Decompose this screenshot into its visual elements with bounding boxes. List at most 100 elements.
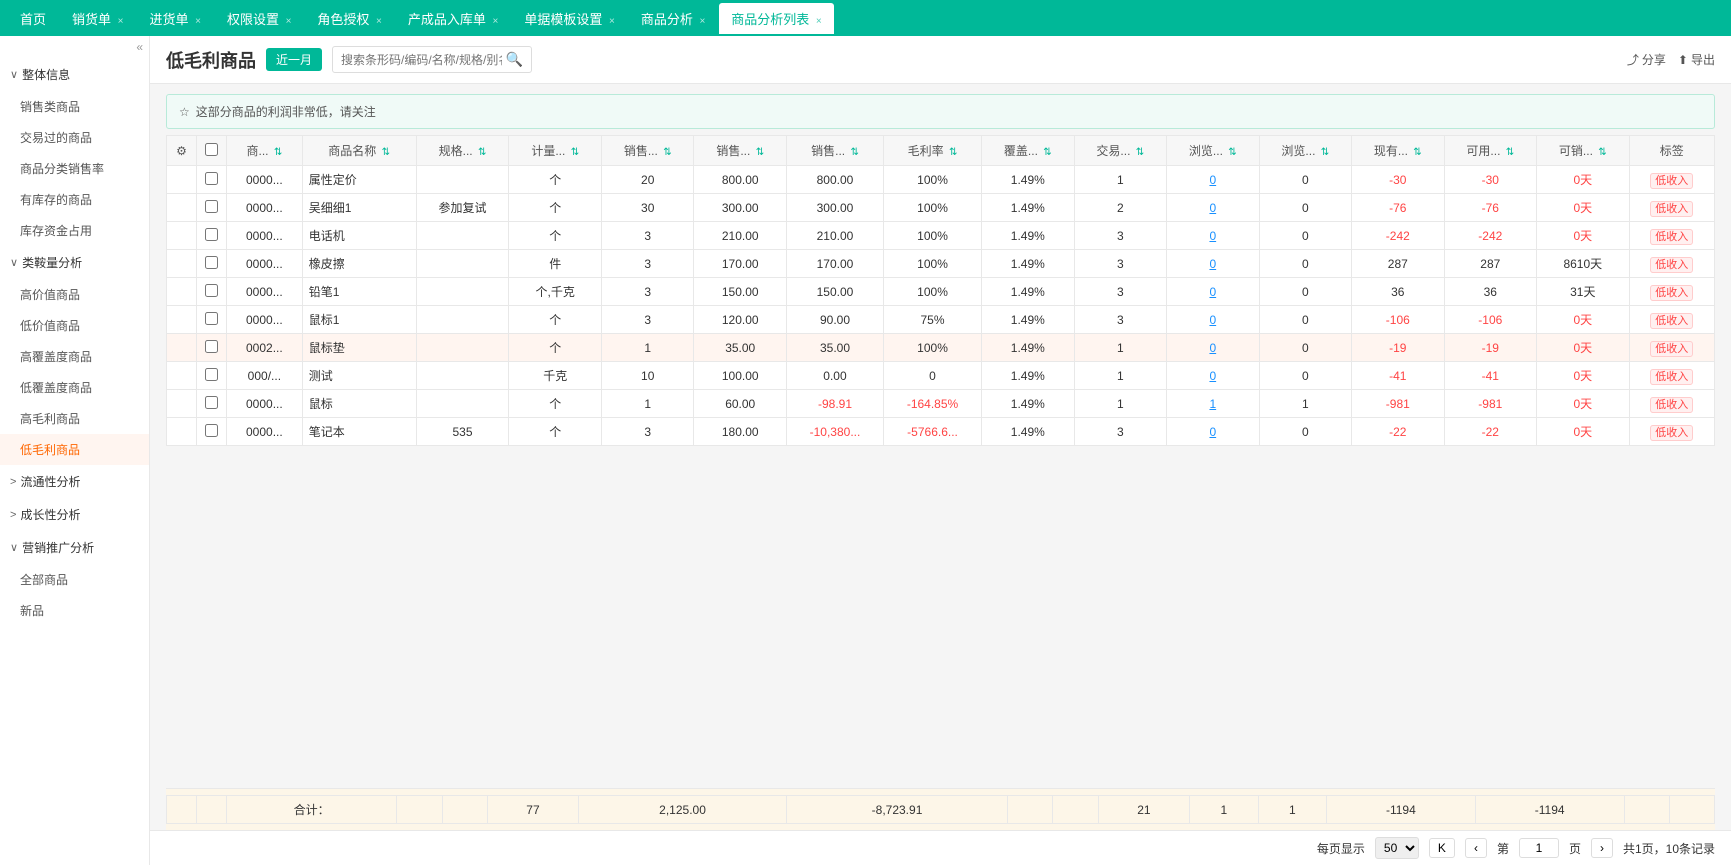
row-views1[interactable]: 1 [1167,390,1260,418]
row-checkbox[interactable] [197,194,227,222]
sidebar-group-marketing[interactable]: ∨ 营销推广分析 [0,531,149,564]
sidebar-item-stocked-goods[interactable]: 有库存的商品 [0,184,149,215]
page-number-input[interactable] [1519,838,1559,858]
row-checkbox[interactable] [197,278,227,306]
col-name[interactable]: 商品名称 ⇅ [302,136,416,166]
nav-close-role[interactable]: × [376,16,382,27]
nav-product-storage[interactable]: 产成品入库单 × [396,3,510,34]
row-views1[interactable]: 0 [1167,250,1260,278]
sidebar-item-category-sales-rate[interactable]: 商品分类销售率 [0,153,149,184]
next-page-button[interactable]: › [1591,838,1613,858]
row-views1[interactable]: 0 [1167,418,1260,446]
row-select[interactable] [205,396,218,409]
col-trans-count[interactable]: 交易... ⇅ [1074,136,1167,166]
row-select[interactable] [205,200,218,213]
col-margin-rate[interactable]: 毛利率 ⇅ [884,136,982,166]
col-code[interactable]: 商... ⇅ [227,136,303,166]
row-checkbox[interactable] [197,222,227,250]
nav-product-analysis-list[interactable]: 商品分析列表 × [719,3,833,34]
export-button[interactable]: ⬆ 导出 [1678,51,1715,68]
col-views1[interactable]: 浏览... ⇅ [1167,136,1260,166]
sidebar-item-sales-goods[interactable]: 销售类商品 [0,91,149,122]
row-select[interactable] [205,368,218,381]
row-views1[interactable]: 0 [1167,222,1260,250]
row-views1[interactable]: 0 [1167,306,1260,334]
search-input[interactable] [341,53,502,67]
row-saleable-days: 0天 [1537,194,1630,222]
row-select[interactable] [205,312,218,325]
row-checkbox[interactable] [197,166,227,194]
row-checkbox[interactable] [197,418,227,446]
sidebar-item-low-value[interactable]: 低价值商品 [0,310,149,341]
col-sales-qty[interactable]: 销售... ⇅ [601,136,694,166]
row-trans-count: 1 [1074,334,1167,362]
nav-close-analysis[interactable]: × [699,16,705,27]
row-checkbox[interactable] [197,362,227,390]
sidebar-item-high-margin[interactable]: 高毛利商品 [0,403,149,434]
col-sales-profit[interactable]: 销售... ⇅ [786,136,883,166]
row-views1[interactable]: 0 [1167,166,1260,194]
col-unit[interactable]: 计量... ⇅ [509,136,602,166]
prev-page-button[interactable]: ‹ [1465,838,1487,858]
row-select[interactable] [205,256,218,269]
nav-close-sales[interactable]: × [118,16,124,27]
sidebar-collapse-button[interactable]: « [0,36,149,58]
row-select[interactable] [205,284,218,297]
search-icon[interactable]: 🔍 [506,51,523,68]
col-select-all[interactable] [197,136,227,166]
row-select[interactable] [205,340,218,353]
share-button[interactable]: ⤴ 分享 [1627,51,1666,68]
sidebar-item-traded-goods[interactable]: 交易过的商品 [0,122,149,153]
sidebar-item-high-coverage[interactable]: 高覆盖度商品 [0,341,149,372]
col-settings[interactable]: ⚙ [167,136,197,166]
nav-template-settings[interactable]: 单据模板设置 × [512,3,626,34]
sidebar-item-low-margin[interactable]: 低毛利商品 [0,434,149,465]
col-saleable-days[interactable]: 可销... ⇅ [1537,136,1630,166]
sidebar-item-low-coverage[interactable]: 低覆盖度商品 [0,372,149,403]
row-views1[interactable]: 0 [1167,194,1260,222]
nav-role-auth[interactable]: 角色授权 × [305,3,393,34]
row-checkbox[interactable] [197,390,227,418]
sidebar-item-all-goods[interactable]: 全部商品 [0,564,149,595]
sidebar-item-new-goods[interactable]: 新品 [0,595,149,626]
col-spec[interactable]: 规格... ⇅ [416,136,509,166]
row-select[interactable] [205,424,218,437]
nav-close-purchase[interactable]: × [195,16,201,27]
period-button[interactable]: 近一月 [266,48,322,71]
select-all-checkbox[interactable] [205,143,218,156]
sidebar-group-liquidity[interactable]: > 流通性分析 [0,465,149,498]
col-tag: 标签 [1629,136,1714,166]
row-views1[interactable]: 0 [1167,334,1260,362]
first-page-button[interactable]: K [1429,838,1455,858]
row-select[interactable] [205,172,218,185]
nav-close-analysis-list[interactable]: × [816,16,822,27]
col-sales-amount[interactable]: 销售... ⇅ [694,136,787,166]
nav-permission[interactable]: 权限设置 × [215,3,303,34]
row-checkbox[interactable] [197,334,227,362]
nav-close-product[interactable]: × [493,16,499,27]
row-select[interactable] [205,228,218,241]
nav-purchase-order[interactable]: 进货单 × [137,3,212,34]
row-checkbox[interactable] [197,250,227,278]
col-current-stock[interactable]: 现有... ⇅ [1352,136,1445,166]
sidebar-group-overall[interactable]: ∨ 整体信息 [0,58,149,91]
row-views1[interactable]: 0 [1167,362,1260,390]
nav-close-permission[interactable]: × [286,16,292,27]
col-views2[interactable]: 浏览... ⇅ [1259,136,1352,166]
col-available-stock[interactable]: 可用... ⇅ [1444,136,1537,166]
row-views1[interactable]: 0 [1167,278,1260,306]
sidebar-item-inventory-capital[interactable]: 库存资金占用 [0,215,149,246]
nav-sales-order[interactable]: 销货单 × [60,3,135,34]
sidebar-group-growth[interactable]: > 成长性分析 [0,498,149,531]
col-coverage[interactable]: 覆盖... ⇅ [982,136,1075,166]
sidebar-group-abc-analysis[interactable]: ∨ 类鞍量分析 [0,246,149,279]
table-container[interactable]: ⚙ 商... ⇅ 商品名称 ⇅ 规格... ⇅ 计量... ⇅ 销售... ⇅ … [150,135,1731,788]
row-available-stock: -242 [1444,222,1537,250]
per-page-select[interactable]: 50 [1375,837,1419,859]
sidebar-item-high-value[interactable]: 高价值商品 [0,279,149,310]
nav-close-template[interactable]: × [609,16,615,27]
row-checkbox[interactable] [197,306,227,334]
row-settings [167,390,197,418]
nav-home[interactable]: 首页 [8,3,58,34]
nav-product-analysis[interactable]: 商品分析 × [629,3,717,34]
